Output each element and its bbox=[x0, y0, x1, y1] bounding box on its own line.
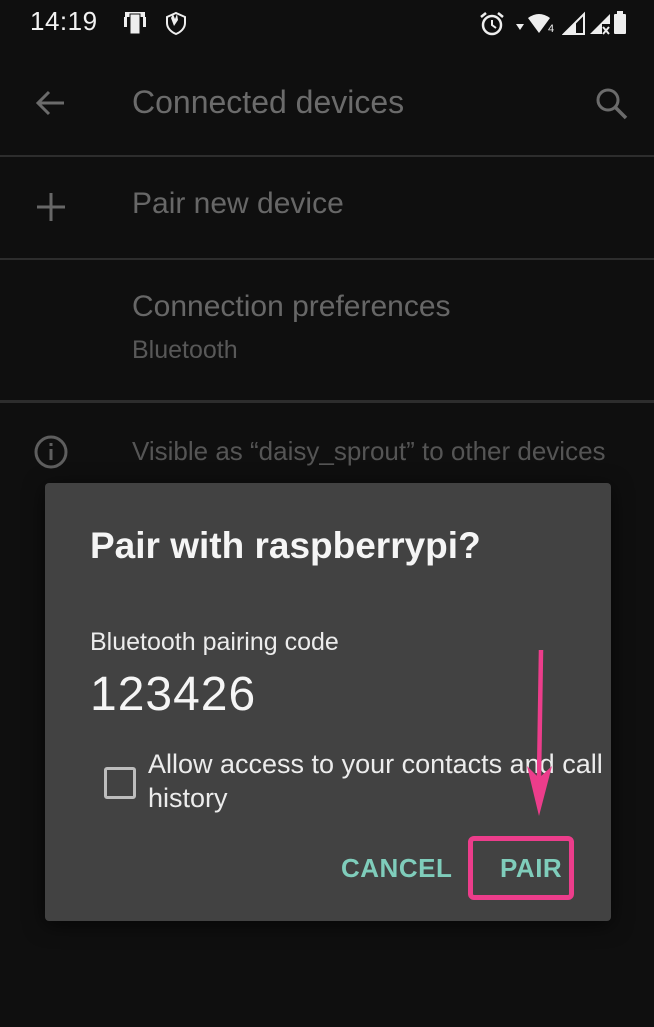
battery-icon bbox=[614, 11, 626, 34]
pairing-code-label: Bluetooth pairing code bbox=[90, 628, 339, 656]
pair-button-highlight bbox=[468, 836, 574, 900]
contacts-access-checkbox[interactable] bbox=[104, 767, 136, 799]
wifi-icon: 4 bbox=[528, 14, 554, 35]
page-title: Connected devices bbox=[132, 84, 405, 120]
dialog-title: Pair with raspberrypi? bbox=[90, 525, 481, 566]
list-item-connection-preferences[interactable]: Connection preferences Bluetooth bbox=[0, 260, 654, 400]
pairing-code: 123426 bbox=[90, 668, 257, 721]
list-item-label: Pair new device bbox=[132, 187, 344, 220]
wifi-badge: 4 bbox=[548, 23, 554, 35]
divider bbox=[0, 400, 654, 403]
cancel-button[interactable]: CANCEL bbox=[341, 853, 452, 884]
app-bar: Connected devices bbox=[0, 48, 654, 155]
status-time: 14:19 bbox=[30, 6, 98, 36]
screen-cast-icon bbox=[124, 12, 146, 35]
list-item-label: Connection preferences bbox=[132, 290, 451, 323]
status-bar: 14:19 4 bbox=[0, 0, 654, 48]
signal-icon bbox=[562, 11, 585, 35]
plus-icon bbox=[37, 193, 65, 221]
signal-no-sim-icon bbox=[590, 14, 610, 35]
shield-hand-icon bbox=[166, 11, 186, 36]
info-icon bbox=[34, 435, 68, 469]
list-item-pair-new-device[interactable]: Pair new device bbox=[0, 157, 654, 258]
visibility-info-text: Visible as “daisy_sprout” to other devic… bbox=[132, 436, 606, 466]
data-activity-icon bbox=[516, 24, 524, 30]
arrow-back-icon[interactable] bbox=[34, 86, 68, 120]
alarm-icon bbox=[480, 12, 504, 36]
search-icon[interactable] bbox=[594, 86, 630, 122]
annotation-arrow-icon bbox=[527, 649, 552, 816]
list-item-sublabel: Bluetooth bbox=[132, 336, 238, 364]
